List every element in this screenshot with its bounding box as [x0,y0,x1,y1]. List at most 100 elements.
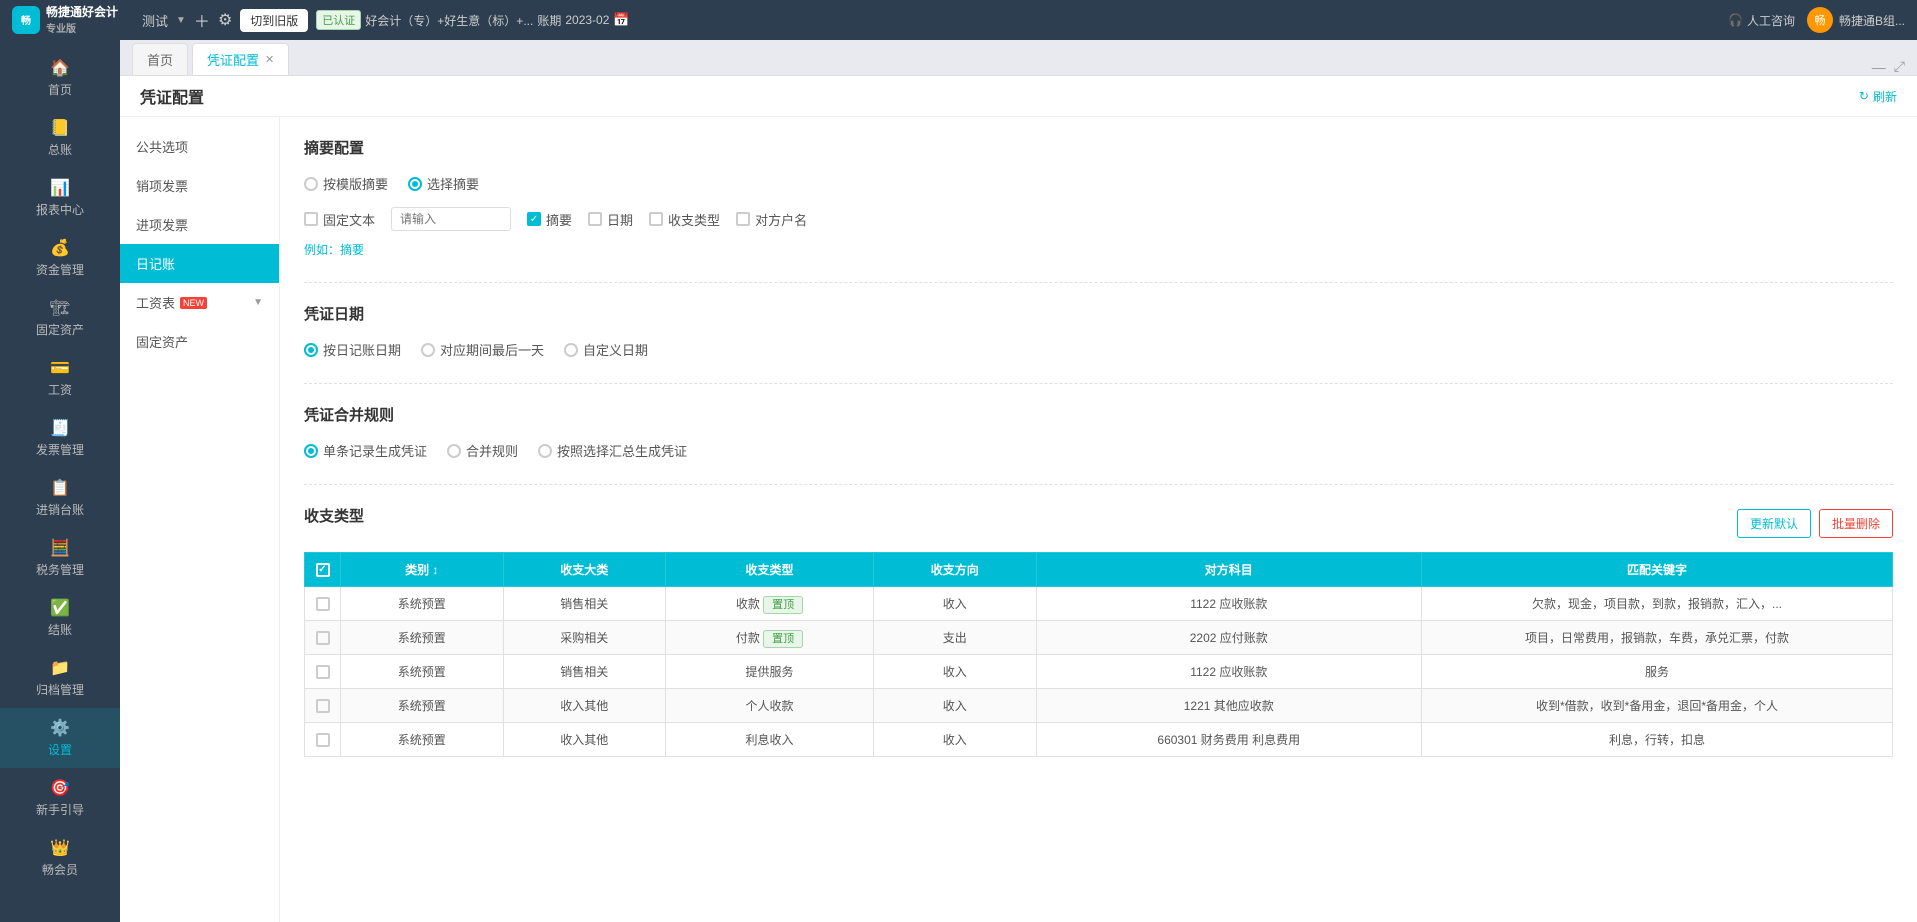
sidebar-item-reports[interactable]: 📊 报表中心 [0,168,120,228]
example-text: 例如：摘要 [304,241,1893,258]
maximize-icon[interactable]: ⤢ [1894,58,1905,75]
sidebar-item-funds[interactable]: 💰 资金管理 [0,228,120,288]
calendar-icon[interactable]: 📅 [613,12,629,28]
guide-icon: 🎯 [50,778,70,798]
sidebar-item-fixed-assets[interactable]: 🏗 固定资产 [0,288,120,348]
radio-template-summary[interactable]: 按模版摘要 [304,174,388,193]
radio-single-record-label: 单条记录生成凭证 [323,441,427,460]
radio-period-last[interactable]: 对应期间最后一天 [421,340,544,359]
sidebar-item-archive[interactable]: 📁 归档管理 [0,648,120,708]
table-row: 系统预置 采购相关 付款 置顶 支出 2202 应付账款 项目，日常费用，报销款… [305,621,1893,655]
sidebar-item-salary[interactable]: 💳 工资 [0,348,120,408]
member-icon: 👑 [50,838,70,858]
th-category: 类别 ↕ [341,553,504,587]
checkbox-income-type[interactable]: 收支类型 [649,210,720,229]
top-bar: 畅 畅捷通好会计 专业版 测试 ▼ ＋ ⚙ 切到旧版 已认证 好会计（专）+好生… [0,0,1917,40]
td-checkbox-2[interactable] [305,621,341,655]
menu-item-public[interactable]: 公共选项 [120,127,279,166]
td-account-1: 1122 应收账款 [1036,587,1422,621]
logo-icon: 畅 [12,6,40,34]
page-title: 凭证配置 [140,84,204,108]
checkbox-summary-box: ✓ [527,212,541,226]
main-content: 摘要配置 按模版摘要 选择摘要 [280,117,1917,922]
divider-1 [304,282,1893,283]
radio-custom-date[interactable]: 自定义日期 [564,340,648,359]
tab-voucher-config[interactable]: 凭证配置 ✕ [192,43,289,75]
sales-icon: 📋 [50,478,70,498]
add-icon[interactable]: ＋ [194,8,210,32]
td-type-4: 个人收款 [666,689,874,723]
tab-home[interactable]: 首页 [132,43,188,75]
sidebar-label-close: 结账 [48,621,72,638]
radio-single-record[interactable]: 单条记录生成凭证 [304,441,427,460]
sidebar-item-guide[interactable]: 🎯 新手引导 [0,768,120,828]
funds-icon: 💰 [50,238,70,258]
dropdown-arrow-icon[interactable]: ▼ [176,15,186,26]
td-major-3: 销售相关 [503,655,666,689]
td-account-4: 1221 其他应收款 [1036,689,1422,723]
logo-area: 畅 畅捷通好会计 专业版 [12,5,132,34]
sidebar-item-tax[interactable]: 🧮 税务管理 [0,528,120,588]
sidebar-label-reports: 报表中心 [36,201,84,218]
menu-item-payroll[interactable]: 工资表 NEW ▼ [120,283,279,322]
checkbox-counterpart-name[interactable]: 对方户名 [736,210,807,229]
td-checkbox-3[interactable] [305,655,341,689]
sort-icon[interactable]: ↕ [432,563,438,577]
top-bar-center: 测试 ▼ ＋ ⚙ 切到旧版 已认证 好会计（专）+好生意（标）+... 账期 2… [142,8,1718,32]
sidebar-item-close[interactable]: ✅ 结账 [0,588,120,648]
user-avatar: 畅 [1807,7,1833,33]
radio-total-generate[interactable]: 按照选择汇总生成凭证 [538,441,687,460]
menu-label-purchase-invoice: 进项发票 [136,215,188,234]
period-value: 2023-02 [565,13,609,27]
update-default-button[interactable]: 更新默认 [1737,509,1811,538]
radio-merge-rule[interactable]: 合并规则 [447,441,518,460]
sidebar-item-sales[interactable]: 📋 进销台账 [0,468,120,528]
checkbox-fixed-text[interactable]: 固定文本 [304,210,375,229]
sidebar-item-invoice[interactable]: 🧾 发票管理 [0,408,120,468]
radio-select-summary[interactable]: 选择摘要 [408,174,479,193]
tab-close-icon[interactable]: ✕ [265,53,274,66]
sidebar-item-settings[interactable]: ⚙️ 设置 [0,708,120,768]
main-layout: 🏠 首页 📒 总账 📊 报表中心 💰 资金管理 🏗 固定资产 💳 工资 🧾 发票… [0,40,1917,922]
settings-icon[interactable]: ⚙ [218,10,232,30]
sidebar-label-member: 畅会员 [42,861,78,878]
th-select-all[interactable]: ✓ [305,553,341,587]
td-keywords-5: 利息，行转，扣息 [1422,723,1893,757]
sidebar-item-member[interactable]: 👑 畅会员 [0,828,120,888]
td-keywords-1: 欠款，现金，项目款，到款，报销款，汇入，... [1422,587,1893,621]
menu-item-journal[interactable]: 日记账 [120,244,279,283]
switch-version-button[interactable]: 切到旧版 [240,9,308,32]
batch-delete-button[interactable]: 批量删除 [1819,509,1893,538]
td-checkbox-1[interactable] [305,587,341,621]
menu-item-sales-invoice[interactable]: 销项发票 [120,166,279,205]
sidebar-label-home: 首页 [48,81,72,98]
user-name: 畅捷通B组... [1839,12,1905,29]
checkbox-date[interactable]: 日期 [588,210,633,229]
menu-item-fixed-assets-sub[interactable]: 固定资产 [120,322,279,361]
td-checkbox-4[interactable] [305,689,341,723]
checkbox-date-box [588,212,602,226]
sidebar-item-home[interactable]: 🏠 首页 [0,48,120,108]
minimize-icon[interactable]: — [1872,59,1886,75]
checkbox-date-label: 日期 [607,210,633,229]
radio-journal-date[interactable]: 按日记账日期 [304,340,401,359]
user-info[interactable]: 畅 畅捷通B组... [1807,7,1905,33]
sidebar-item-ledger[interactable]: 📒 总账 [0,108,120,168]
td-type-2: 付款 置顶 [666,621,874,655]
radio-custom-date-circle [564,343,578,357]
refresh-button[interactable]: ↻ 刷新 [1859,88,1897,105]
radio-single-record-circle [304,444,318,458]
summary-config-title: 摘要配置 [304,137,1893,158]
td-category-5: 系统预置 [341,723,504,757]
radio-merge-rule-circle [447,444,461,458]
checkbox-summary[interactable]: ✓ 摘要 [527,210,572,229]
ledger-icon: 📒 [50,118,70,138]
certified-tag: 已认证 [316,10,361,30]
td-checkbox-5[interactable] [305,723,341,757]
menu-item-purchase-invoice[interactable]: 进项发票 [120,205,279,244]
income-expense-section: 收支类型 更新默认 批量删除 ✓ [304,505,1893,757]
fixed-text-input[interactable] [391,207,511,231]
divider-3 [304,484,1893,485]
service-button[interactable]: 🎧 人工咨询 [1728,12,1795,29]
payroll-expand-icon[interactable]: ▼ [253,297,263,308]
